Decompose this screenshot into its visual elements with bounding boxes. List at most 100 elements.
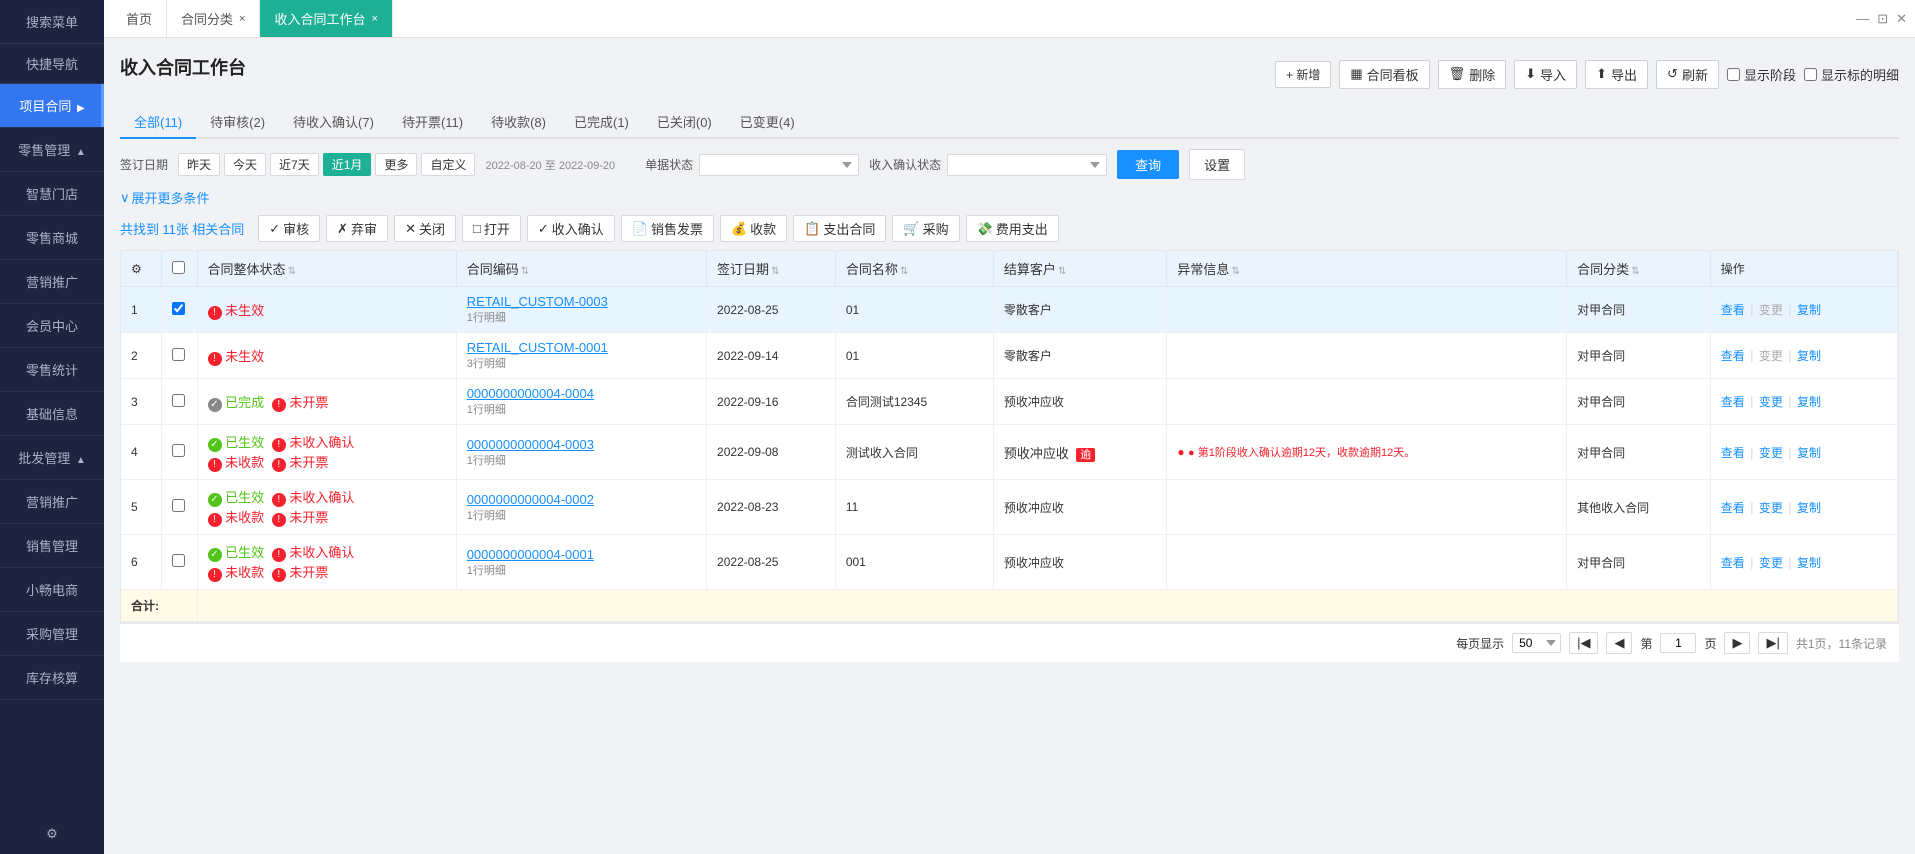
expense-out-button[interactable]: 📋 支出合同	[793, 215, 886, 242]
row2-change[interactable]: 变更	[1759, 349, 1783, 363]
expand-more-btn[interactable]: ∨ 展开更多条件	[120, 188, 1899, 207]
query-button[interactable]: 查询	[1117, 150, 1179, 179]
review-button[interactable]: ✓ 审核	[258, 215, 320, 242]
sidebar-item-marketing2[interactable]: 营销推广	[0, 480, 104, 524]
row2-copy[interactable]: 复制	[1797, 349, 1821, 363]
next-page-btn[interactable]: ▶	[1724, 632, 1750, 654]
date-btn-last1month[interactable]: 近1月	[323, 153, 372, 176]
window-minimize-icon[interactable]: —	[1856, 11, 1869, 26]
close-button[interactable]: ✕ 关闭	[394, 215, 456, 242]
subtab-closed[interactable]: 已关闭(0)	[643, 106, 726, 137]
sidebar-item-retail-stats[interactable]: 零售统计	[0, 348, 104, 392]
subtab-pending-review[interactable]: 待审核(2)	[196, 106, 279, 137]
refresh-button[interactable]: ↺ 刷新	[1656, 60, 1719, 89]
sidebar-item-purchase[interactable]: 采购管理	[0, 612, 104, 656]
sidebar-item-wholesale[interactable]: 批发管理 ▲	[0, 436, 104, 480]
row1-copy[interactable]: 复制	[1797, 303, 1821, 317]
row1-change[interactable]: 变更	[1759, 303, 1783, 317]
income-confirm-button[interactable]: ✓ 收入确认	[527, 215, 615, 242]
set-button[interactable]: 设置	[1189, 149, 1245, 180]
row3-view[interactable]: 查看	[1721, 395, 1745, 409]
row3-copy[interactable]: 复制	[1797, 395, 1821, 409]
sales-invoice-button[interactable]: 📄 销售发票	[621, 215, 714, 242]
row6-view[interactable]: 查看	[1721, 556, 1745, 570]
row2-code-link[interactable]: RETAIL_CUSTOM-0001	[467, 340, 608, 355]
row2-checkbox[interactable]	[161, 333, 197, 379]
sidebar-item-sales-mgmt[interactable]: 销售管理	[0, 524, 104, 568]
row6-change[interactable]: 变更	[1759, 556, 1783, 570]
sidebar-item-retail-mgmt[interactable]: 零售管理 ▲	[0, 128, 104, 172]
per-page-select[interactable]: 50 10 20 100	[1512, 633, 1561, 653]
prev-page-btn[interactable]: ◀	[1606, 632, 1632, 654]
row6-copy[interactable]: 复制	[1797, 556, 1821, 570]
row5-change[interactable]: 变更	[1759, 501, 1783, 515]
date-btn-custom[interactable]: 自定义	[421, 153, 475, 176]
select-all-checkbox[interactable]	[172, 261, 185, 274]
row4-change[interactable]: 变更	[1759, 446, 1783, 460]
row5-view[interactable]: 查看	[1721, 501, 1745, 515]
row3-checkbox[interactable]	[161, 379, 197, 425]
row1-code-link[interactable]: RETAIL_CUSTOM-0003	[467, 294, 608, 309]
payment-button[interactable]: 💰 收款	[720, 215, 787, 242]
last-page-btn[interactable]: ▶|	[1758, 632, 1787, 654]
sidebar-item-retail-mall[interactable]: 零售商城	[0, 216, 104, 260]
purchase-button[interactable]: 🛒 采购	[892, 215, 959, 242]
first-page-btn[interactable]: |◀	[1569, 632, 1598, 654]
row3-code-link[interactable]: 0000000000004-0004	[467, 386, 594, 401]
row5-checkbox[interactable]	[161, 480, 197, 535]
subtab-changed[interactable]: 已变更(4)	[726, 106, 809, 137]
sidebar-item-base-info[interactable]: 基础信息	[0, 392, 104, 436]
window-close-icon[interactable]: ✕	[1896, 11, 1907, 27]
window-restore-icon[interactable]: ⊡	[1877, 11, 1888, 27]
subtab-done[interactable]: 已完成(1)	[560, 106, 643, 137]
income-confirm-select[interactable]	[947, 154, 1107, 176]
row4-code-link[interactable]: 0000000000004-0003	[467, 437, 594, 452]
delete-button[interactable]: 🗑 删除	[1438, 60, 1507, 89]
tab-close-income-workbench[interactable]: ×	[371, 13, 377, 25]
tab-contract-category[interactable]: 合同分类 ×	[167, 0, 260, 37]
subtab-pending-invoice[interactable]: 待开票(11)	[388, 106, 477, 137]
page-input[interactable]	[1660, 633, 1696, 653]
expense-button[interactable]: 💸 费用支出	[966, 215, 1059, 242]
row5-code-link[interactable]: 0000000000004-0002	[467, 492, 594, 507]
sidebar-quick-nav[interactable]: 快捷导航	[0, 44, 104, 84]
date-btn-more[interactable]: 更多	[375, 153, 417, 176]
new-button[interactable]: + 新增	[1275, 61, 1331, 88]
sidebar-item-marketing[interactable]: 营销推广	[0, 260, 104, 304]
tab-close-contract-category[interactable]: ×	[239, 13, 245, 25]
date-btn-last7[interactable]: 近7天	[270, 153, 319, 176]
show-detail-checkbox[interactable]: 显示标的明细	[1804, 65, 1899, 84]
sidebar-item-smart-store[interactable]: 智慧门店	[0, 172, 104, 216]
row6-checkbox[interactable]	[161, 535, 197, 590]
row2-view[interactable]: 查看	[1721, 349, 1745, 363]
sidebar-item-member[interactable]: 会员中心	[0, 304, 104, 348]
subtab-all[interactable]: 全部(11)	[120, 106, 196, 139]
row1-view[interactable]: 查看	[1721, 303, 1745, 317]
tab-income-workbench[interactable]: 收入合同工作台 ×	[260, 0, 392, 37]
show-stage-checkbox[interactable]: 显示阶段	[1727, 65, 1796, 84]
row1-checkbox[interactable]	[161, 287, 197, 333]
date-btn-yesterday[interactable]: 昨天	[178, 153, 220, 176]
col-settings[interactable]: ⚙	[121, 251, 161, 287]
import-button[interactable]: ⬇ 导入	[1514, 60, 1577, 89]
kanban-button[interactable]: ▦ 合同看板	[1339, 60, 1429, 89]
row4-checkbox[interactable]	[161, 425, 197, 480]
row6-code-link[interactable]: 0000000000004-0001	[467, 547, 594, 562]
doc-status-select[interactable]	[699, 154, 859, 176]
row3-change[interactable]: 变更	[1759, 395, 1783, 409]
gear-icon[interactable]: ⚙	[0, 814, 104, 854]
row5-copy[interactable]: 复制	[1797, 501, 1821, 515]
sidebar-item-project[interactable]: 项目合同 ▶	[0, 84, 104, 128]
subtab-pending-confirm[interactable]: 待收入确认(7)	[279, 106, 388, 137]
sidebar-item-inventory[interactable]: 库存核算	[0, 656, 104, 700]
row4-view[interactable]: 查看	[1721, 446, 1745, 460]
abandon-review-button[interactable]: ✗ 弃审	[326, 215, 388, 242]
subtab-pending-payment[interactable]: 待收款(8)	[477, 106, 560, 137]
date-btn-today[interactable]: 今天	[224, 153, 266, 176]
sidebar-item-ecommerce[interactable]: 小畅电商	[0, 568, 104, 612]
export-button[interactable]: ⬆ 导出	[1585, 60, 1648, 89]
sidebar-search[interactable]: 搜索菜单	[0, 0, 104, 44]
open-button[interactable]: □ 打开	[462, 215, 521, 242]
tab-home[interactable]: 首页	[112, 0, 167, 37]
row4-copy[interactable]: 复制	[1797, 446, 1821, 460]
